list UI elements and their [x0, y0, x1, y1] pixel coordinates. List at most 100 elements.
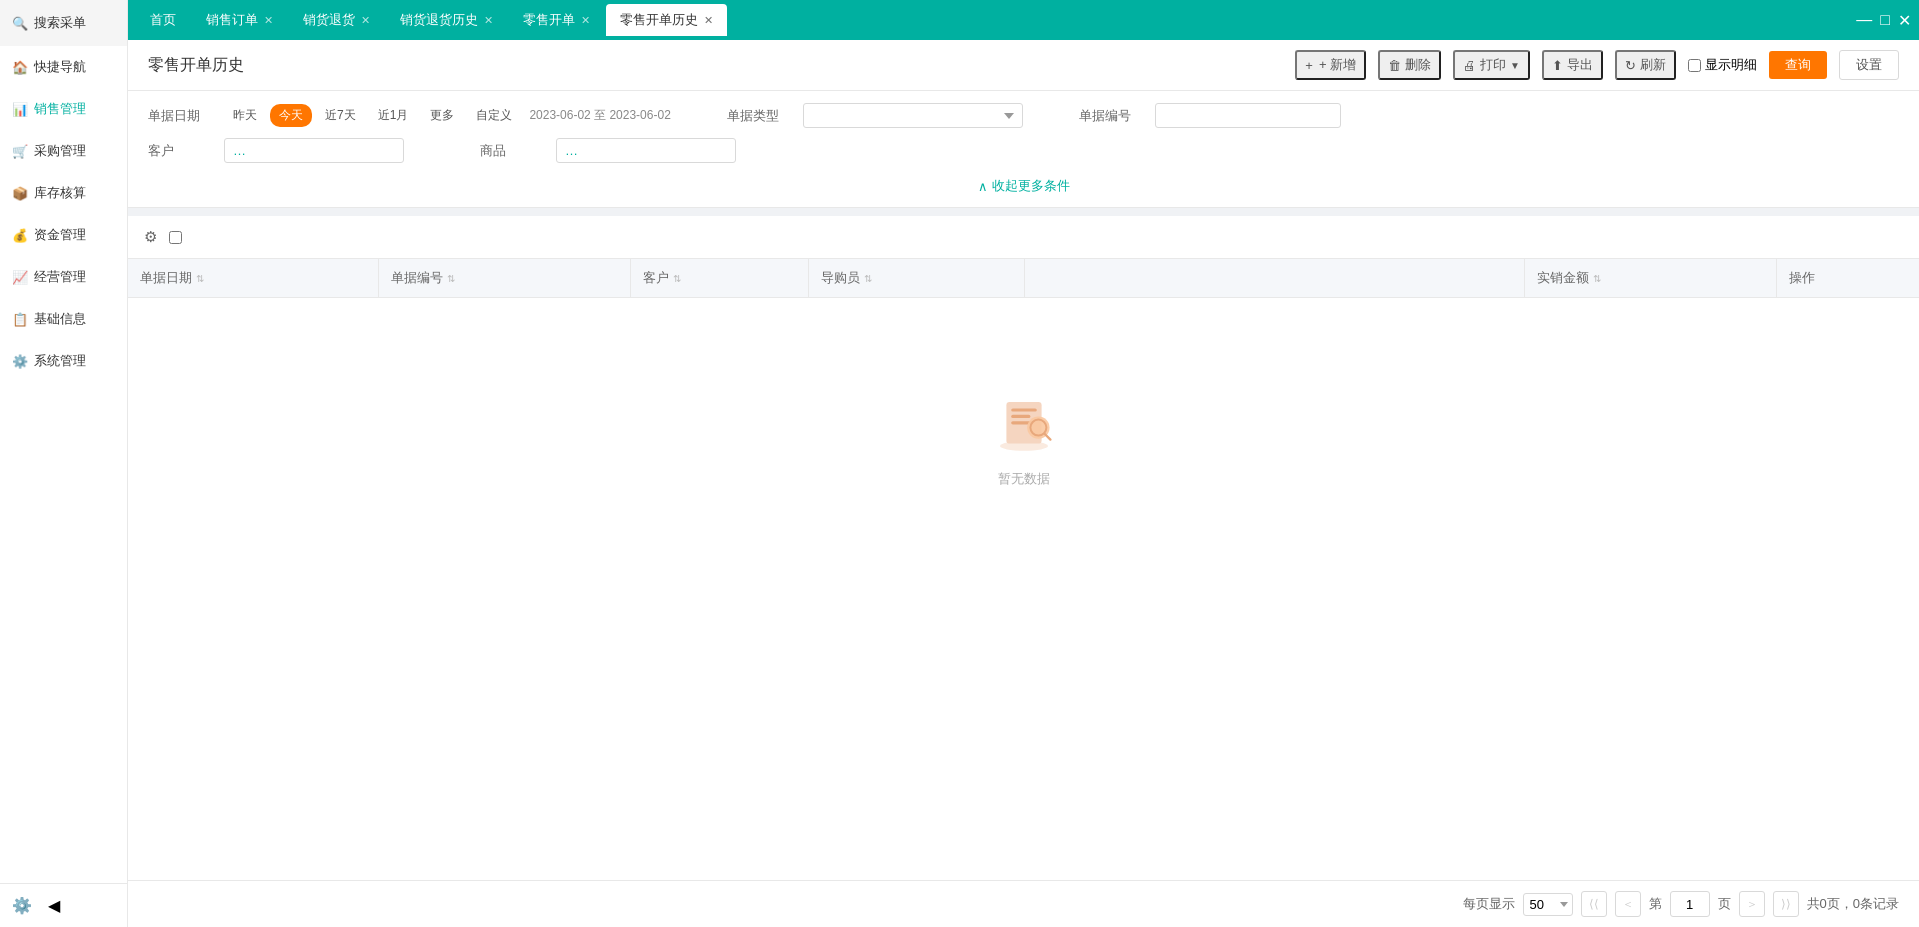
col-order-no[interactable]: 单据编号 ⇅	[379, 259, 631, 298]
page-size-select[interactable]: 10 20 50 100	[1523, 893, 1573, 916]
page-number-input[interactable]	[1670, 891, 1710, 917]
select-all-checkbox[interactable]	[169, 231, 182, 244]
col-amount-label: 实销金额	[1537, 269, 1589, 287]
print-icon: 🖨	[1463, 58, 1476, 73]
tab-retail-history-close[interactable]: ✕	[704, 14, 713, 27]
prev-page-button[interactable]: ＜	[1615, 891, 1641, 917]
type-filter-select[interactable]	[803, 103, 1023, 128]
date-7days[interactable]: 近7天	[316, 104, 365, 127]
tab-retail-open-label: 零售开单	[523, 11, 575, 29]
customer-filter-input[interactable]: …	[224, 138, 404, 163]
toolbar: + + 新增 🗑 删除 🖨 打印 ▼ ⬆ 导出 ↻ 刷新 显示	[1295, 50, 1899, 80]
display-detail-toggle[interactable]: 显示明细	[1688, 56, 1757, 74]
tab-retail-open-close[interactable]: ✕	[581, 14, 590, 27]
order-num-input[interactable]	[1155, 103, 1341, 128]
date-1month[interactable]: 近1月	[369, 104, 418, 127]
sort-icon-amount: ⇅	[1593, 273, 1601, 284]
order-num-label: 单据编号	[1079, 107, 1139, 125]
sales-icon: 📊	[12, 102, 28, 117]
tab-retail-open[interactable]: 零售开单 ✕	[509, 4, 604, 36]
sidebar-item-purchase-mgmt[interactable]: 🛒 采购管理	[0, 130, 127, 172]
settings-icon[interactable]: ⚙️	[12, 896, 32, 915]
tab-sales-order[interactable]: 销售订单 ✕	[192, 4, 287, 36]
tab-sales-order-close[interactable]: ✕	[264, 14, 273, 27]
col-salesperson[interactable]: 导购员 ⇅	[809, 259, 1024, 298]
goods-filter-input[interactable]: …	[556, 138, 736, 163]
tab-sales-order-label: 销售订单	[206, 11, 258, 29]
empty-illustration	[984, 378, 1064, 458]
operations-icon: 📈	[12, 270, 28, 285]
sort-icon-salesperson: ⇅	[864, 273, 872, 284]
tab-sales-return[interactable]: 销货退货 ✕	[289, 4, 384, 36]
col-actions-label: 操作	[1789, 270, 1815, 285]
empty-text: 暂无数据	[998, 470, 1050, 488]
date-today[interactable]: 今天	[270, 104, 312, 127]
sort-icon-customer: ⇅	[673, 273, 681, 284]
sidebar-item-operations[interactable]: 📈 经营管理	[0, 256, 127, 298]
content-header: 零售开单历史 + + 新增 🗑 删除 🖨 打印 ▼ ⬆ 导出 ↻ 刷新	[128, 40, 1919, 91]
export-button[interactable]: ⬆ 导出	[1542, 50, 1603, 80]
sidebar-item-sales-mgmt[interactable]: 📊 销售管理	[0, 88, 127, 130]
date-range-display: 2023-06-02 至 2023-06-02	[529, 107, 670, 124]
print-button[interactable]: 🖨 打印 ▼	[1453, 50, 1530, 80]
tab-sales-return-history[interactable]: 销货退货历史 ✕	[386, 4, 507, 36]
sidebar-item-label: 采购管理	[34, 142, 86, 160]
tab-home[interactable]: 首页	[136, 4, 190, 36]
query-button[interactable]: 查询	[1769, 51, 1827, 79]
date-filter-label: 单据日期	[148, 107, 208, 125]
refresh-button[interactable]: ↻ 刷新	[1615, 50, 1676, 80]
delete-button[interactable]: 🗑 删除	[1378, 50, 1441, 80]
col-date-label: 单据日期	[140, 269, 192, 287]
tab-bar: 首页 销售订单 ✕ 销货退货 ✕ 销货退货历史 ✕ 零售开单 ✕ 零售开单历史 …	[128, 0, 1919, 40]
sidebar-item-basic-info[interactable]: 📋 基础信息	[0, 298, 127, 340]
sidebar-item-label: 系统管理	[34, 352, 86, 370]
collapse-row: ∧ 收起更多条件	[148, 173, 1899, 195]
empty-state: 暂无数据	[128, 298, 1919, 528]
sort-icon-order-no: ⇅	[447, 273, 455, 284]
next-page-button[interactable]: ＞	[1739, 891, 1765, 917]
col-customer[interactable]: 客户 ⇅	[631, 259, 809, 298]
type-filter-label: 单据类型	[727, 107, 787, 125]
date-custom[interactable]: 自定义	[467, 104, 521, 127]
add-button[interactable]: + + 新增	[1295, 50, 1366, 80]
sidebar-item-inventory[interactable]: 📦 库存核算	[0, 172, 127, 214]
delete-icon: 🗑	[1388, 58, 1401, 73]
settings-button[interactable]: 设置	[1839, 50, 1899, 80]
tab-sales-return-history-close[interactable]: ✕	[484, 14, 493, 27]
minimize-button[interactable]: —	[1856, 11, 1872, 29]
empty-state-row: 暂无数据	[128, 298, 1919, 529]
display-detail-checkbox[interactable]	[1688, 59, 1701, 72]
col-actions: 操作	[1776, 259, 1919, 298]
sys-icon: ⚙️	[12, 354, 28, 369]
col-customer-label: 客户	[643, 269, 669, 287]
col-order-no-label: 单据编号	[391, 269, 443, 287]
search-icon: 🔍	[12, 16, 28, 31]
table-body: 暂无数据	[128, 298, 1919, 529]
col-amount[interactable]: 实销金额 ⇅	[1524, 259, 1776, 298]
close-button[interactable]: ✕	[1898, 11, 1911, 30]
date-more[interactable]: 更多	[421, 104, 463, 127]
page-label-suffix: 页	[1718, 895, 1731, 913]
sidebar-item-label: 经营管理	[34, 268, 86, 286]
tab-retail-history[interactable]: 零售开单历史 ✕	[606, 4, 727, 36]
table-header-row: 单据日期 ⇅ 单据编号 ⇅ 客户 ⇅	[128, 259, 1919, 298]
collapse-icon[interactable]: ◀	[48, 896, 60, 915]
date-yesterday[interactable]: 昨天	[224, 104, 266, 127]
main-content: 首页 销售订单 ✕ 销货退货 ✕ 销货退货历史 ✕ 零售开单 ✕ 零售开单历史 …	[128, 0, 1919, 927]
empty-state-cell: 暂无数据	[128, 298, 1919, 529]
sidebar-item-finance[interactable]: 💰 资金管理	[0, 214, 127, 256]
sidebar-search[interactable]: 🔍 搜索采单	[0, 0, 127, 46]
table-settings-icon[interactable]: ⚙	[140, 224, 161, 250]
total-records: 共0页，0条记录	[1807, 895, 1899, 913]
last-page-button[interactable]: ⟩⟩	[1773, 891, 1799, 917]
maximize-button[interactable]: □	[1880, 11, 1890, 29]
first-page-button[interactable]: ⟨⟨	[1581, 891, 1607, 917]
tab-sales-return-close[interactable]: ✕	[361, 14, 370, 27]
col-date[interactable]: 单据日期 ⇅	[128, 259, 379, 298]
sidebar-item-quick-nav[interactable]: 🏠 快捷导航	[0, 46, 127, 88]
tab-sales-return-history-label: 销货退货历史	[400, 11, 478, 29]
sidebar: 🔍 搜索采单 🏠 快捷导航 📊 销售管理 🛒 采购管理 📦 库存核算 💰 资金管…	[0, 0, 128, 927]
date-quick-btns: 昨天 今天 近7天 近1月 更多 自定义 2023-06-02 至 2023-0…	[224, 104, 671, 127]
sidebar-item-sys-mgmt[interactable]: ⚙️ 系统管理	[0, 340, 127, 382]
collapse-button[interactable]: ∧ 收起更多条件	[978, 177, 1070, 195]
